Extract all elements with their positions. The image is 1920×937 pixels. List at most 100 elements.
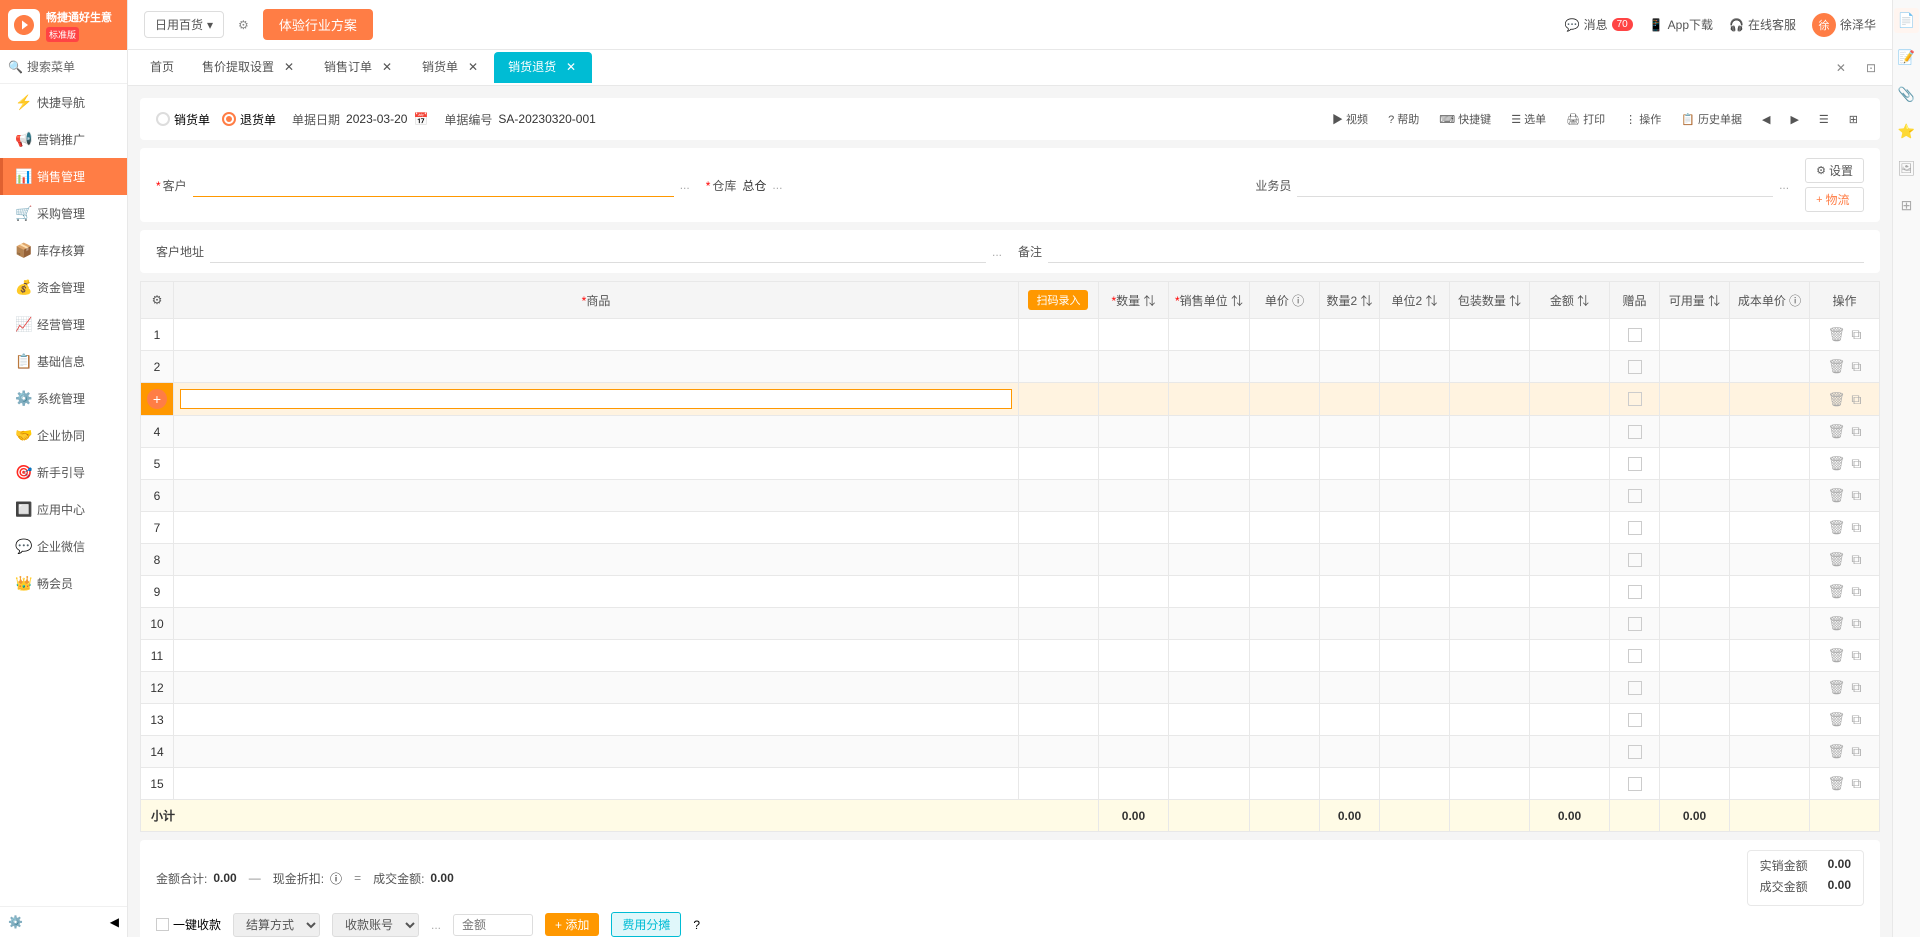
gift-cell[interactable] [1610, 544, 1660, 576]
qty-cell[interactable] [1098, 768, 1168, 800]
unit2-cell[interactable] [1380, 672, 1450, 704]
pack-cell[interactable] [1450, 512, 1530, 544]
cost-cell[interactable] [1730, 383, 1810, 416]
warehouse-dots[interactable]: ... [772, 178, 782, 192]
unit2-cell[interactable] [1380, 383, 1450, 416]
pack-cell[interactable] [1450, 351, 1530, 383]
product-cell[interactable] [174, 512, 1019, 544]
topbar-gear-btn[interactable]: ⚙ [232, 12, 255, 38]
pack-cell[interactable] [1450, 704, 1530, 736]
help-btn[interactable]: ? 帮助 [1382, 108, 1425, 130]
tab-home[interactable]: 首页 [136, 52, 188, 83]
cost-cell[interactable] [1730, 319, 1810, 351]
price-cell[interactable] [1250, 351, 1320, 383]
pack-cell[interactable] [1450, 319, 1530, 351]
amount-cell[interactable] [1530, 544, 1610, 576]
qty-cell[interactable] [1098, 704, 1168, 736]
tab-sales-order[interactable]: 销售订单 ✕ [310, 52, 408, 83]
pack-cell[interactable] [1450, 544, 1530, 576]
sidebar-item-inventory[interactable]: 📦 库存核算 [0, 232, 127, 269]
product-cell[interactable] [174, 768, 1019, 800]
gift-checkbox[interactable] [1628, 392, 1642, 406]
right-icon-star[interactable]: ⭐ [1894, 119, 1919, 144]
gift-cell[interactable] [1610, 736, 1660, 768]
right-icon-grid[interactable]: ⊞ [1897, 193, 1917, 218]
gift-cell[interactable] [1610, 351, 1660, 383]
delete-row-icon[interactable]: 🗑 [1828, 615, 1846, 632]
copy-row-icon[interactable]: ⧉ [1851, 326, 1861, 343]
avail-cell[interactable] [1660, 544, 1730, 576]
pack-cell[interactable] [1450, 448, 1530, 480]
maximize-btn[interactable]: ⊡ [1858, 57, 1884, 79]
unit2-cell[interactable] [1380, 448, 1450, 480]
settings-btn[interactable]: ⚙ 设置 [1805, 158, 1864, 183]
unit-cell[interactable] [1168, 672, 1249, 704]
qty2-cell[interactable] [1320, 319, 1380, 351]
qty2-cell[interactable] [1320, 640, 1380, 672]
gift-checkbox[interactable] [1628, 425, 1642, 439]
delete-row-icon[interactable]: 🗑 [1828, 647, 1846, 664]
calendar-icon[interactable]: 📅 [413, 112, 428, 126]
price-cell[interactable] [1250, 768, 1320, 800]
product-cell[interactable] [174, 544, 1019, 576]
account-select[interactable]: 收款账号 [332, 913, 419, 937]
cost-cell[interactable] [1730, 608, 1810, 640]
message-btn[interactable]: 💬 消息 70 [1565, 16, 1633, 33]
amount-cell[interactable] [1530, 736, 1610, 768]
add-logistics-btn[interactable]: + 物流 [1805, 187, 1864, 212]
gift-cell[interactable] [1610, 416, 1660, 448]
qty2-cell[interactable] [1320, 416, 1380, 448]
gift-cell[interactable] [1610, 383, 1660, 416]
tab-sales-return[interactable]: 销货退货 ✕ [494, 52, 592, 83]
unit2-cell[interactable] [1380, 480, 1450, 512]
amount-cell[interactable] [1530, 768, 1610, 800]
qty2-cell[interactable] [1320, 608, 1380, 640]
delete-row-icon[interactable]: 🗑 [1828, 487, 1846, 504]
delete-row-icon[interactable]: 🗑 [1828, 423, 1846, 440]
online-service-btn[interactable]: 🎧 在线客服 [1729, 16, 1796, 33]
qty2-cell[interactable] [1320, 383, 1380, 416]
avail-cell[interactable] [1660, 608, 1730, 640]
gift-checkbox[interactable] [1628, 360, 1642, 374]
settings-icon[interactable]: ⚙️ [8, 915, 23, 929]
unit2-cell[interactable] [1380, 640, 1450, 672]
unit2-cell[interactable] [1380, 416, 1450, 448]
price-cell[interactable] [1250, 319, 1320, 351]
notes-input[interactable] [1048, 240, 1864, 263]
product-cell[interactable] [174, 736, 1019, 768]
cost-cell[interactable] [1730, 672, 1810, 704]
cost-cell[interactable] [1730, 768, 1810, 800]
gift-checkbox[interactable] [1628, 585, 1642, 599]
address-input[interactable] [210, 240, 986, 263]
unit-cell[interactable] [1168, 704, 1249, 736]
qty-cell[interactable] [1098, 736, 1168, 768]
unit-cell[interactable] [1168, 416, 1249, 448]
delete-row-icon[interactable]: 🗑 [1828, 775, 1846, 792]
product-cell[interactable] [174, 383, 1019, 416]
right-icon-image[interactable]: 🖼 [1894, 156, 1920, 181]
tab-price-extract-close[interactable]: ✕ [282, 60, 296, 74]
qty-cell[interactable] [1098, 448, 1168, 480]
pack-cell[interactable] [1450, 383, 1530, 416]
sidebar-item-quick-nav[interactable]: ⚡ 快捷导航 [0, 84, 127, 121]
copy-row-icon[interactable]: ⧉ [1851, 679, 1861, 696]
avail-cell[interactable] [1660, 576, 1730, 608]
copy-row-icon[interactable]: ⧉ [1851, 647, 1861, 664]
sidebar-item-enterprise[interactable]: 🤝 企业协同 [0, 417, 127, 454]
price-cell[interactable] [1250, 416, 1320, 448]
staff-dots[interactable]: ... [1779, 178, 1789, 192]
qty-cell[interactable] [1098, 383, 1168, 416]
user-btn[interactable]: 徐 徐泽华 [1812, 13, 1876, 37]
copy-row-icon[interactable]: ⧉ [1851, 487, 1861, 504]
price-cell[interactable] [1250, 704, 1320, 736]
unit-cell[interactable] [1168, 351, 1249, 383]
price-cell[interactable] [1250, 736, 1320, 768]
avail-cell[interactable] [1660, 704, 1730, 736]
cost-cell[interactable] [1730, 544, 1810, 576]
price-cell[interactable] [1250, 383, 1320, 416]
qty-cell[interactable] [1098, 512, 1168, 544]
shortcut-btn[interactable]: ⌨ 快捷键 [1433, 108, 1497, 130]
unit-cell[interactable] [1168, 736, 1249, 768]
gift-cell[interactable] [1610, 576, 1660, 608]
avail-cell[interactable] [1660, 319, 1730, 351]
